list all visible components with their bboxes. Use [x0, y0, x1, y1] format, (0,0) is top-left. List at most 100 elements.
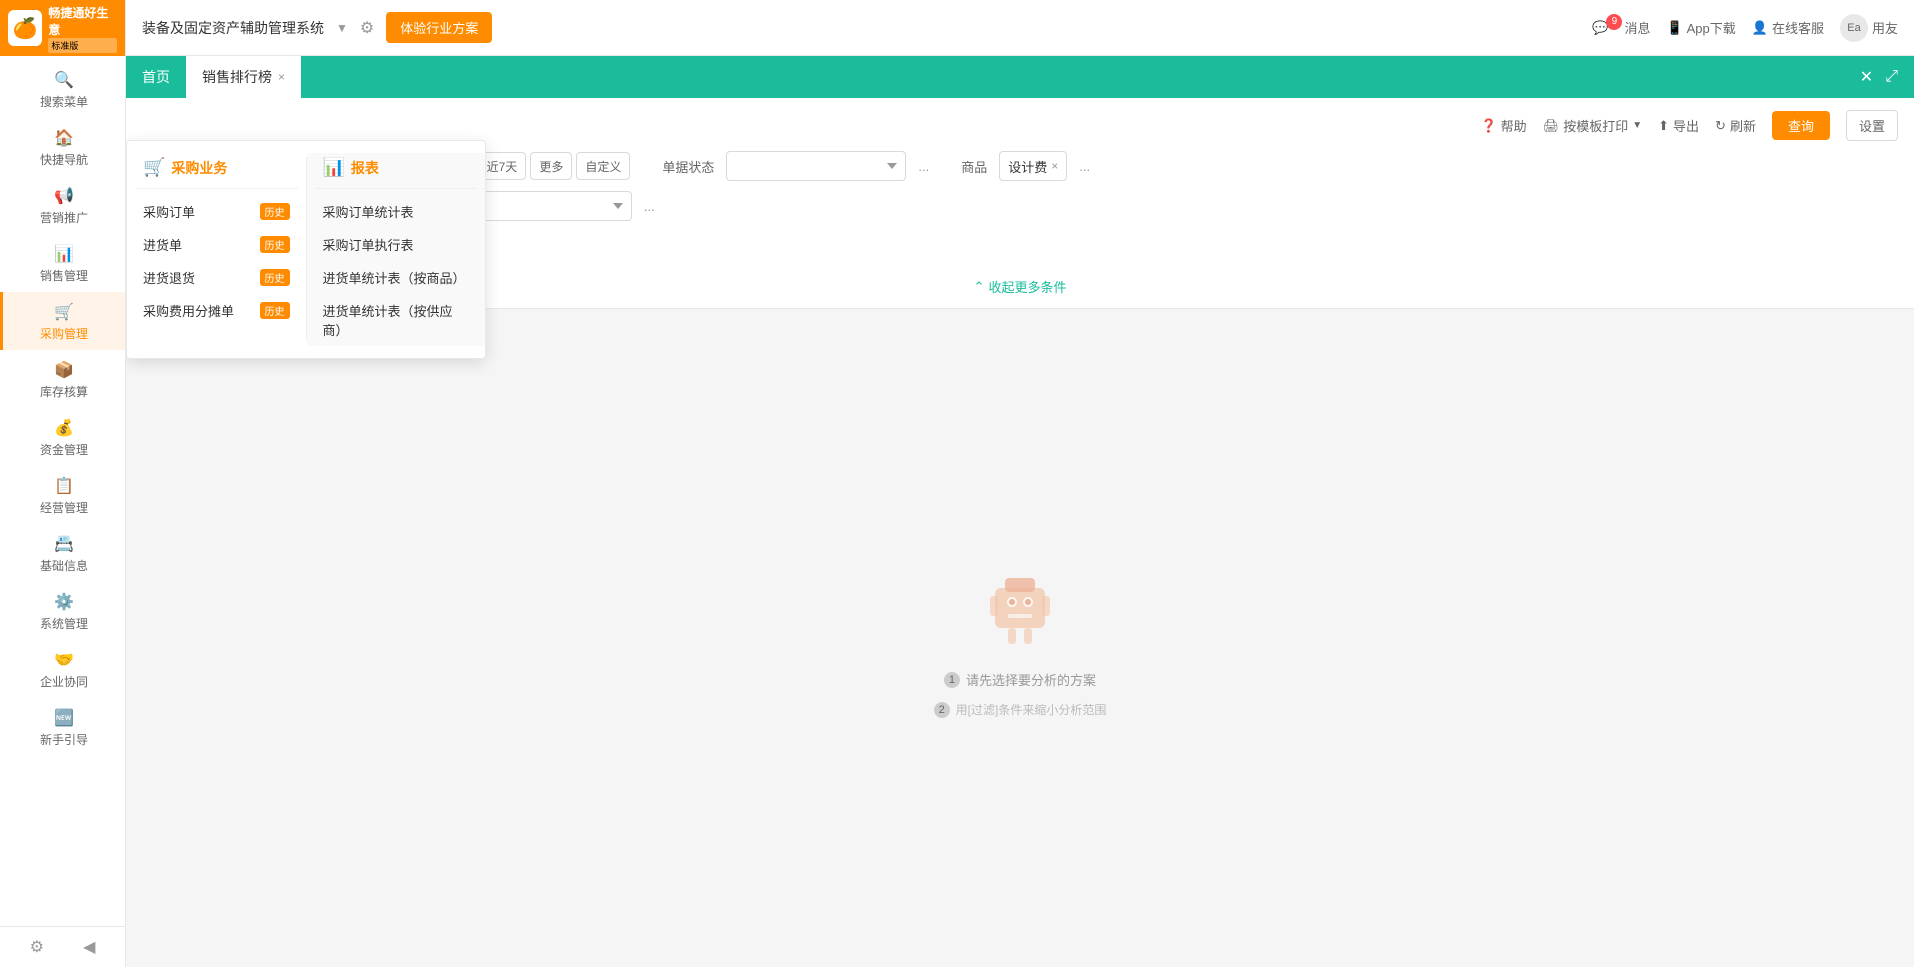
- app-download-item[interactable]: 📱 App下载: [1666, 18, 1735, 37]
- tabbar-actions: ✕ ⤢: [1856, 63, 1914, 91]
- topbar-right: 💬 9 消息 📱 App下载 👤 在线客服 Ea 用友: [1592, 14, 1898, 42]
- topbar: 装备及固定资产辅助管理系统 ▼ ⚙ 体验行业方案 💬 9 消息 📱 App下载 …: [126, 0, 1914, 56]
- sidebar-item-label: 新手引导: [40, 731, 88, 748]
- topbar-title: 装备及固定资产辅助管理系统: [142, 18, 324, 38]
- dropdown-item-purchase-return[interactable]: 进货退货 历史: [135, 261, 298, 294]
- online-service-label: 在线客服: [1772, 18, 1824, 37]
- history-badge: 历史: [260, 302, 290, 319]
- sidebar-item-label: 资金管理: [40, 441, 88, 458]
- sidebar-item-sales[interactable]: 📊 销售管理: [0, 234, 125, 292]
- sidebar-item-label: 库存核算: [40, 383, 88, 400]
- help-button[interactable]: ❓ 帮助: [1480, 116, 1526, 135]
- collapse-sidebar-icon[interactable]: ◀: [83, 937, 95, 957]
- export-button[interactable]: ⬆ 导出: [1658, 116, 1699, 135]
- collapse-button[interactable]: ⌃ 收起更多条件: [974, 277, 1067, 296]
- search-icon: 🔍: [54, 70, 74, 90]
- dropdown-item-report-1[interactable]: 采购订单统计表: [315, 195, 478, 228]
- notifications-item[interactable]: 💬 9 消息: [1592, 18, 1650, 37]
- sidebar-item-search[interactable]: 🔍 搜索菜单: [0, 60, 125, 118]
- settings-button[interactable]: 设置: [1846, 110, 1898, 141]
- sidebar-item-enterprise[interactable]: 🤝 企业协同: [0, 640, 125, 698]
- sidebar-item-label: 搜索菜单: [40, 93, 88, 110]
- custom-button[interactable]: 自定义: [576, 152, 630, 180]
- sidebar-item-label: 基础信息: [40, 557, 88, 574]
- tab-sales-ranking-label: 销售排行榜: [202, 67, 272, 87]
- notification-badge: 9: [1606, 14, 1622, 30]
- home-icon: 🏠: [54, 128, 74, 148]
- username-label: 用友: [1872, 18, 1898, 37]
- sidebar-item-basic-info[interactable]: 📇 基础信息: [0, 524, 125, 582]
- sidebar-item-label: 企业协同: [40, 673, 88, 690]
- topbar-cta-button[interactable]: 体验行业方案: [386, 12, 492, 43]
- goods-tag-close[interactable]: ×: [1051, 159, 1058, 173]
- empty-state: 1 请先选择要分析的方案 2 用[过滤]条件来缩小分析范围: [126, 309, 1914, 967]
- dropdown-report-title: 📊 报表: [315, 153, 478, 189]
- print-arrow-icon: ▼: [1632, 120, 1642, 131]
- purchase-menu-icon: 🛒: [143, 157, 165, 178]
- topbar-settings-icon[interactable]: ⚙: [360, 18, 374, 38]
- sidebar-item-label: 营销推广: [40, 209, 88, 226]
- bill-status-dots: ...: [918, 159, 929, 174]
- tab-home[interactable]: 首页: [126, 56, 186, 98]
- refresh-button[interactable]: ↻ 刷新: [1715, 116, 1756, 135]
- goods-label: 商品: [961, 157, 987, 176]
- print-icon: 🖨: [1543, 118, 1560, 134]
- sidebar-item-quick-nav[interactable]: 🏠 快捷导航: [0, 118, 125, 176]
- dropdown-item-purchase-receipt[interactable]: 进货单 历史: [135, 228, 298, 261]
- dropdown-report-col: 📊 报表 采购订单统计表 采购订单执行表 进货单统计表（按商品） 进货单统计表（…: [307, 153, 486, 346]
- user-item[interactable]: Ea 用友: [1840, 14, 1898, 42]
- content-area: 🛒 采购业务 采购订单 历史 进货单 历史 进货退货 历史 采购费用分摊单: [126, 98, 1914, 967]
- logo-text: 畅捷通好生意 标准版: [48, 4, 117, 53]
- sidebar-item-system[interactable]: ⚙️ 系统管理: [0, 582, 125, 640]
- sidebar-item-label: 系统管理: [40, 615, 88, 632]
- bill-status-select[interactable]: [726, 151, 906, 181]
- sidebar-item-inventory[interactable]: 📦 库存核算: [0, 350, 125, 408]
- sidebar-bottom: ⚙ ◀: [0, 926, 125, 967]
- report-menu-icon: 📊: [323, 157, 345, 178]
- help-icon: ❓: [1480, 118, 1496, 134]
- marketing-icon: 📢: [54, 186, 74, 206]
- dropdown-item-report-2[interactable]: 采购订单执行表: [315, 228, 478, 261]
- history-badge: 历史: [260, 236, 290, 253]
- print-button[interactable]: 🖨 按模板打印 ▼: [1543, 116, 1642, 135]
- history-badge: 历史: [260, 269, 290, 286]
- sidebar-menu: 🔍 搜索菜单 🏠 快捷导航 📢 营销推广 📊 销售管理 🛒 采购管理 📦 库存核…: [0, 56, 125, 926]
- sidebar-item-label: 销售管理: [40, 267, 88, 284]
- settings-bottom-icon[interactable]: ⚙: [30, 937, 44, 957]
- system-icon: ⚙️: [54, 592, 74, 612]
- operations-icon: 📋: [54, 476, 74, 496]
- dropdown-item-purchase-expense[interactable]: 采购费用分摊单 历史: [135, 294, 298, 327]
- dropdown-item-report-3[interactable]: 进货单统计表（按商品）: [315, 261, 478, 294]
- enterprise-icon: 🤝: [54, 650, 74, 670]
- basic-info-icon: 📇: [54, 534, 74, 554]
- tab-sales-ranking[interactable]: 销售排行榜 ×: [186, 56, 301, 98]
- empty-tip-1: 1 请先选择要分析的方案: [944, 670, 1096, 689]
- collapse-up-icon: ⌃: [974, 279, 985, 295]
- sidebar: 🍊 畅捷通好生意 标准版 🔍 搜索菜单 🏠 快捷导航 📢 营销推广 📊 销售管理…: [0, 0, 126, 967]
- logo-area: 🍊 畅捷通好生意 标准版: [0, 0, 125, 56]
- app-download-label: App下载: [1687, 18, 1736, 37]
- fullscreen-button[interactable]: ⤢: [1881, 64, 1902, 90]
- sidebar-item-label: 采购管理: [40, 325, 88, 342]
- sidebar-item-guide[interactable]: 🆕 新手引导: [0, 698, 125, 756]
- sidebar-item-marketing[interactable]: 📢 营销推广: [0, 176, 125, 234]
- refresh-icon: ↻: [1715, 118, 1726, 134]
- sidebar-item-finance[interactable]: 💰 资金管理: [0, 408, 125, 466]
- dropdown-menu: 🛒 采购业务 采购订单 历史 进货单 历史 进货退货 历史 采购费用分摊单: [126, 140, 486, 359]
- close-tab-button[interactable]: ✕: [1856, 63, 1877, 91]
- service-icon: 👤: [1752, 20, 1768, 36]
- guide-icon: 🆕: [54, 708, 74, 728]
- more-button[interactable]: 更多: [530, 152, 572, 180]
- history-badge: 历史: [260, 203, 290, 220]
- tip1-icon: 1: [944, 672, 960, 688]
- query-button[interactable]: 查询: [1772, 111, 1830, 140]
- phone-icon: 📱: [1666, 20, 1682, 36]
- dropdown-item-purchase-order[interactable]: 采购订单 历史: [135, 195, 298, 228]
- sidebar-item-operations[interactable]: 📋 经营管理: [0, 466, 125, 524]
- dropdown-item-report-4[interactable]: 进货单统计表（按供应商）: [315, 294, 478, 346]
- goods-tag: 设计费 ×: [999, 151, 1067, 181]
- sidebar-item-purchase[interactable]: 🛒 采购管理: [0, 292, 125, 350]
- sales-icon: 📊: [54, 244, 74, 264]
- online-service-item[interactable]: 👤 在线客服: [1752, 18, 1824, 37]
- tab-close-icon[interactable]: ×: [278, 70, 285, 84]
